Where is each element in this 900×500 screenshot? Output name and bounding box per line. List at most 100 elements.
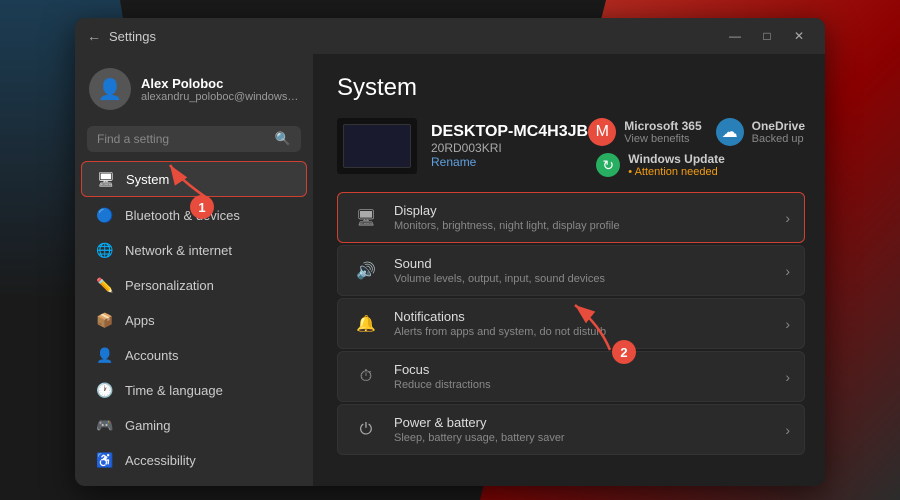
device-thumbnail xyxy=(337,118,417,174)
sound-text: Sound Volume levels, output, input, soun… xyxy=(394,256,771,285)
onedrive-sub: Backed up xyxy=(752,133,805,145)
network-icon: 🌐 xyxy=(95,240,115,260)
update-info: Windows Update • Attention needed xyxy=(628,152,725,178)
search-container: 🔍 xyxy=(75,120,313,160)
time-icon: 🕐 xyxy=(95,380,115,400)
sound-icon: 🔊 xyxy=(352,257,380,285)
update-sub: • Attention needed xyxy=(628,166,725,178)
sidebar-item-bluetooth[interactable]: 🔵 Bluetooth & devices xyxy=(81,198,307,232)
sidebar-item-network[interactable]: 🌐 Network & internet xyxy=(81,233,307,267)
focus-icon: ⏱ xyxy=(352,363,380,391)
notifications-title: Notifications xyxy=(394,309,771,324)
notifications-sub: Alerts from apps and system, do not dist… xyxy=(394,326,771,338)
windows-update-card[interactable]: ↻ Windows Update • Attention needed xyxy=(596,152,725,178)
onedrive-card[interactable]: ☁ OneDrive Backed up xyxy=(716,118,805,146)
personalization-icon: ✏️ xyxy=(95,275,115,295)
sidebar-nav: 🖥 System 🔵 Bluetooth & devices 🌐 Network… xyxy=(75,160,313,486)
device-name-block: DESKTOP-MC4H3JB 20RD003KRI Rename xyxy=(431,123,588,169)
sidebar-item-personalization[interactable]: ✏️ Personalization xyxy=(81,268,307,302)
page-title: System xyxy=(337,74,805,102)
device-rename[interactable]: Rename xyxy=(431,155,588,169)
notifications-icon: 🔔 xyxy=(352,310,380,338)
settings-list: 🖥 Display Monitors, brightness, night li… xyxy=(337,192,805,455)
accessibility-icon: ♿ xyxy=(95,450,115,470)
device-block: DESKTOP-MC4H3JB 20RD003KRI Rename xyxy=(337,118,588,174)
title-bar-title: Settings xyxy=(109,29,156,44)
device-screen xyxy=(343,124,411,168)
focus-sub: Reduce distractions xyxy=(394,379,771,391)
power-text: Power & battery Sleep, battery usage, ba… xyxy=(394,415,771,444)
title-bar: ← Settings — □ ✕ xyxy=(75,18,825,54)
maximize-button[interactable]: □ xyxy=(753,25,781,47)
top-info-block: DESKTOP-MC4H3JB 20RD003KRI Rename M Micr… xyxy=(337,118,805,178)
settings-window: ← Settings — □ ✕ 👤 Alex Poloboc alexandr… xyxy=(75,18,825,486)
device-id: 20RD003KRI xyxy=(431,141,588,155)
sidebar-item-gaming[interactable]: 🎮 Gaming xyxy=(81,408,307,442)
settings-item-power-battery[interactable]: ⏻ Power & battery Sleep, battery usage, … xyxy=(337,404,805,455)
sidebar-item-label: Network & internet xyxy=(125,243,232,258)
focus-title: Focus xyxy=(394,362,771,377)
close-button[interactable]: ✕ xyxy=(785,25,813,47)
service-cards: M Microsoft 365 View benefits ☁ OneDrive… xyxy=(588,118,805,178)
sidebar-item-label: System xyxy=(126,172,169,187)
power-arrow: › xyxy=(785,422,790,438)
accounts-icon: 👤 xyxy=(95,345,115,365)
display-sub: Monitors, brightness, night light, displ… xyxy=(394,220,771,232)
apps-icon: 📦 xyxy=(95,310,115,330)
page-content: System DESKTOP-MC4H3JB 20RD003KRI Rename xyxy=(313,54,825,486)
title-bar-left: ← Settings xyxy=(87,28,156,44)
display-arrow: › xyxy=(785,210,790,226)
ms365-name: Microsoft 365 xyxy=(624,119,701,133)
display-text: Display Monitors, brightness, night ligh… xyxy=(394,203,771,232)
display-title: Display xyxy=(394,203,771,218)
system-icon: 🖥 xyxy=(96,169,116,189)
sidebar-item-accounts[interactable]: 👤 Accounts xyxy=(81,338,307,372)
ms365-sub: View benefits xyxy=(624,133,701,145)
gaming-icon: 🎮 xyxy=(95,415,115,435)
user-info: Alex Poloboc alexandru_poloboc@windowsre… xyxy=(141,76,299,103)
sidebar-item-label: Time & language xyxy=(125,383,223,398)
sidebar-item-apps[interactable]: 📦 Apps xyxy=(81,303,307,337)
search-box[interactable]: 🔍 xyxy=(87,126,301,152)
privacy-icon: 🛡 xyxy=(95,485,115,486)
back-button[interactable]: ← xyxy=(87,28,101,44)
sidebar-item-accessibility[interactable]: ♿ Accessibility xyxy=(81,443,307,477)
sidebar-item-label: Bluetooth & devices xyxy=(125,208,240,223)
update-name: Windows Update xyxy=(628,152,725,166)
sound-arrow: › xyxy=(785,263,790,279)
user-email: alexandru_poloboc@windowsreport... xyxy=(141,91,299,103)
sidebar-item-system[interactable]: 🖥 System xyxy=(81,161,307,197)
display-icon: 🖥 xyxy=(352,204,380,232)
user-name: Alex Poloboc xyxy=(141,76,299,91)
power-sub: Sleep, battery usage, battery saver xyxy=(394,432,771,444)
bluetooth-icon: 🔵 xyxy=(95,205,115,225)
notifications-arrow: › xyxy=(785,316,790,332)
sidebar-item-label: Apps xyxy=(125,313,155,328)
ms365-card[interactable]: M Microsoft 365 View benefits xyxy=(588,118,701,146)
settings-item-display[interactable]: 🖥 Display Monitors, brightness, night li… xyxy=(337,192,805,243)
sidebar-item-label: Accounts xyxy=(125,348,178,363)
notifications-text: Notifications Alerts from apps and syste… xyxy=(394,309,771,338)
settings-item-focus[interactable]: ⏱ Focus Reduce distractions › xyxy=(337,351,805,402)
sound-sub: Volume levels, output, input, sound devi… xyxy=(394,273,771,285)
settings-item-sound[interactable]: 🔊 Sound Volume levels, output, input, so… xyxy=(337,245,805,296)
ms365-info: Microsoft 365 View benefits xyxy=(624,119,701,145)
power-title: Power & battery xyxy=(394,415,771,430)
sound-title: Sound xyxy=(394,256,771,271)
minimize-button[interactable]: — xyxy=(721,25,749,47)
sidebar-item-time-language[interactable]: 🕐 Time & language xyxy=(81,373,307,407)
sidebar-item-label: Accessibility xyxy=(125,453,196,468)
onedrive-name: OneDrive xyxy=(752,119,805,133)
ms365-icon: M xyxy=(588,118,616,146)
update-icon: ↻ xyxy=(596,153,620,177)
onedrive-icon: ☁ xyxy=(716,118,744,146)
user-profile: 👤 Alex Poloboc alexandru_poloboc@windows… xyxy=(75,54,313,120)
title-bar-controls: — □ ✕ xyxy=(721,25,813,47)
sidebar-item-privacy-security[interactable]: 🛡 Privacy & security xyxy=(81,478,307,486)
search-input[interactable] xyxy=(97,132,269,146)
sidebar-item-label: Gaming xyxy=(125,418,171,433)
avatar: 👤 xyxy=(89,68,131,110)
device-name: DESKTOP-MC4H3JB xyxy=(431,123,588,141)
settings-item-notifications[interactable]: 🔔 Notifications Alerts from apps and sys… xyxy=(337,298,805,349)
main-content: 👤 Alex Poloboc alexandru_poloboc@windows… xyxy=(75,54,825,486)
